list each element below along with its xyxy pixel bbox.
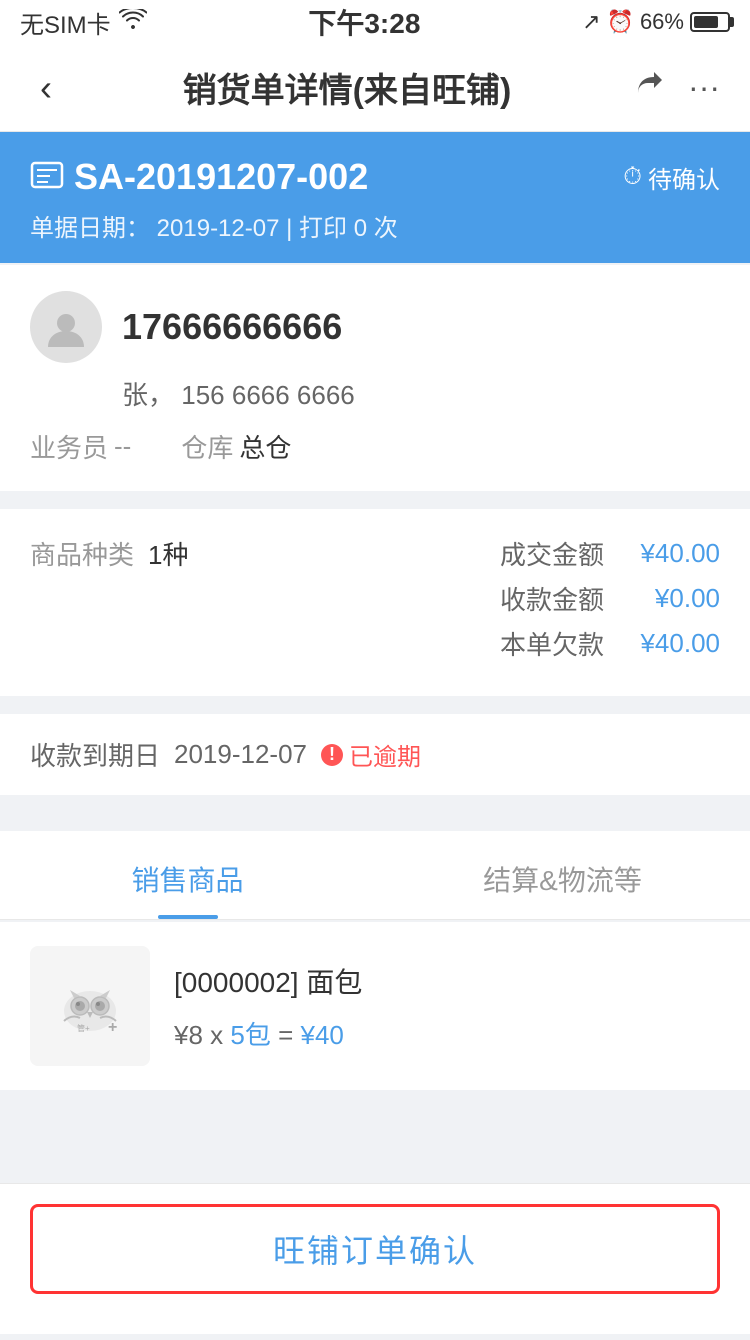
date-label: 单据日期： [30, 215, 150, 242]
more-icon[interactable]: ··· [688, 69, 720, 106]
wifi-icon [119, 8, 147, 36]
order-icon [30, 156, 64, 198]
status-text: 待确认 [648, 160, 720, 195]
customer-name: 张， 156 6666 6666 [30, 375, 720, 412]
customer-phone: 17666666666 [122, 306, 342, 348]
avatar [30, 291, 102, 363]
alarm-icon: ⏰ [607, 9, 634, 35]
product-name: [0000002] 面包 [174, 961, 720, 1001]
overdue-badge: ! 已逾期 [321, 737, 421, 772]
tabs-section: 销售商品 结算&物流等 [0, 831, 750, 920]
share-icon[interactable] [632, 68, 664, 108]
nav-bar: ‹ 销货单详情(来自旺铺) ··· [0, 44, 750, 132]
customer-section: 17666666666 张， 156 6666 6666 业务员 -- 仓库 总… [0, 265, 750, 491]
warehouse-value: 总仓 [239, 428, 291, 465]
status-right: ↗ ⏰ 66% [582, 9, 730, 35]
product-type-value: 1种 [148, 535, 188, 572]
clock-icon: ⏱ [623, 163, 642, 191]
salesperson-value: -- [114, 431, 131, 462]
tab-settlement[interactable]: 结算&物流等 [375, 831, 750, 919]
due-section: 收款到期日 2019-12-07 ! 已逾期 [0, 714, 750, 795]
overdue-icon: ! [321, 744, 343, 766]
salesperson-label: 业务员 [30, 428, 108, 465]
summary-section: 商品种类 1种 成交金额 ¥40.00 收款金额 ¥0.00 本单欠款 ¥40.… [0, 509, 750, 696]
svg-text:+: + [108, 1019, 117, 1036]
divider-3 [0, 795, 750, 813]
divider-2 [0, 696, 750, 714]
product-name-text: 面包 [306, 967, 362, 998]
tab-sales-products[interactable]: 销售商品 [0, 831, 375, 919]
carrier-label: 无SIM卡 [20, 5, 111, 40]
order-date-info: 单据日期： 2019-12-07 | 打印 0 次 [30, 208, 720, 243]
status-left: 无SIM卡 [20, 5, 147, 40]
location-icon: ↗ [582, 9, 600, 35]
product-code: [0000002] [174, 967, 299, 998]
svg-text:管+: 管+ [77, 1023, 90, 1033]
product-type-label: 商品种类 [30, 535, 134, 572]
product-info: [0000002] 面包 ¥8 x 5包 = ¥40 [174, 961, 720, 1052]
print-suffix: 次 [374, 215, 398, 242]
received-label: 收款金额 [500, 580, 604, 617]
order-date: 2019-12-07 [157, 215, 280, 242]
amount-value: ¥40.00 [620, 538, 720, 569]
meta-row: 业务员 -- 仓库 总仓 [30, 428, 720, 465]
order-id-text: SA-20191207-002 [74, 156, 368, 198]
back-button[interactable]: ‹ [30, 57, 62, 119]
debt-value: ¥40.00 [620, 628, 720, 659]
status-bar: 无SIM卡 下午3:28 ↗ ⏰ 66% [0, 0, 750, 44]
overdue-text: 已逾期 [349, 737, 421, 772]
order-status: ⏱ 待确认 [623, 160, 720, 195]
received-item: 收款金额 ¥0.00 [500, 580, 720, 617]
product-total: ¥40 [301, 1020, 344, 1050]
price-label: ¥8 x [174, 1020, 230, 1050]
amount-summary: 成交金额 ¥40.00 收款金额 ¥0.00 本单欠款 ¥40.00 [500, 535, 720, 670]
customer-row: 17666666666 [30, 291, 720, 363]
bottom-bar: 旺铺订单确认 [0, 1183, 750, 1334]
amount-label: 成交金额 [500, 535, 604, 572]
divider-1 [0, 491, 750, 509]
product-section: + 管+ [0000002] 面包 ¥8 x 5包 = ¥40 [0, 922, 750, 1090]
due-date: 2019-12-07 [174, 739, 307, 770]
status-time: 下午3:28 [308, 2, 420, 42]
equals-sign: = [278, 1020, 300, 1050]
product-price: ¥8 x 5包 = ¥40 [174, 1015, 720, 1052]
amount-item: 成交金额 ¥40.00 [500, 535, 720, 572]
header-card: SA-20191207-002 ⏱ 待确认 单据日期： 2019-12-07 |… [0, 132, 750, 263]
confirm-order-button[interactable]: 旺铺订单确认 [30, 1204, 720, 1294]
product-item: + 管+ [0000002] 面包 ¥8 x 5包 = ¥40 [0, 922, 750, 1090]
battery-icon [690, 12, 730, 32]
product-type: 商品种类 1种 [30, 535, 188, 572]
page-title: 销货单详情(来自旺铺) [183, 63, 512, 112]
nav-actions: ··· [632, 68, 720, 108]
product-thumbnail: + 管+ [30, 946, 150, 1066]
debt-label: 本单欠款 [500, 625, 604, 662]
debt-item: 本单欠款 ¥40.00 [500, 625, 720, 662]
print-label: | 打印 [286, 215, 347, 242]
due-label: 收款到期日 [30, 736, 160, 773]
product-qty: 5包 [230, 1020, 270, 1050]
battery-percent: 66% [640, 9, 684, 35]
received-value: ¥0.00 [620, 583, 720, 614]
print-count: 0 [354, 215, 367, 242]
order-id: SA-20191207-002 [30, 156, 368, 198]
warehouse-label: 仓库 [181, 428, 233, 465]
